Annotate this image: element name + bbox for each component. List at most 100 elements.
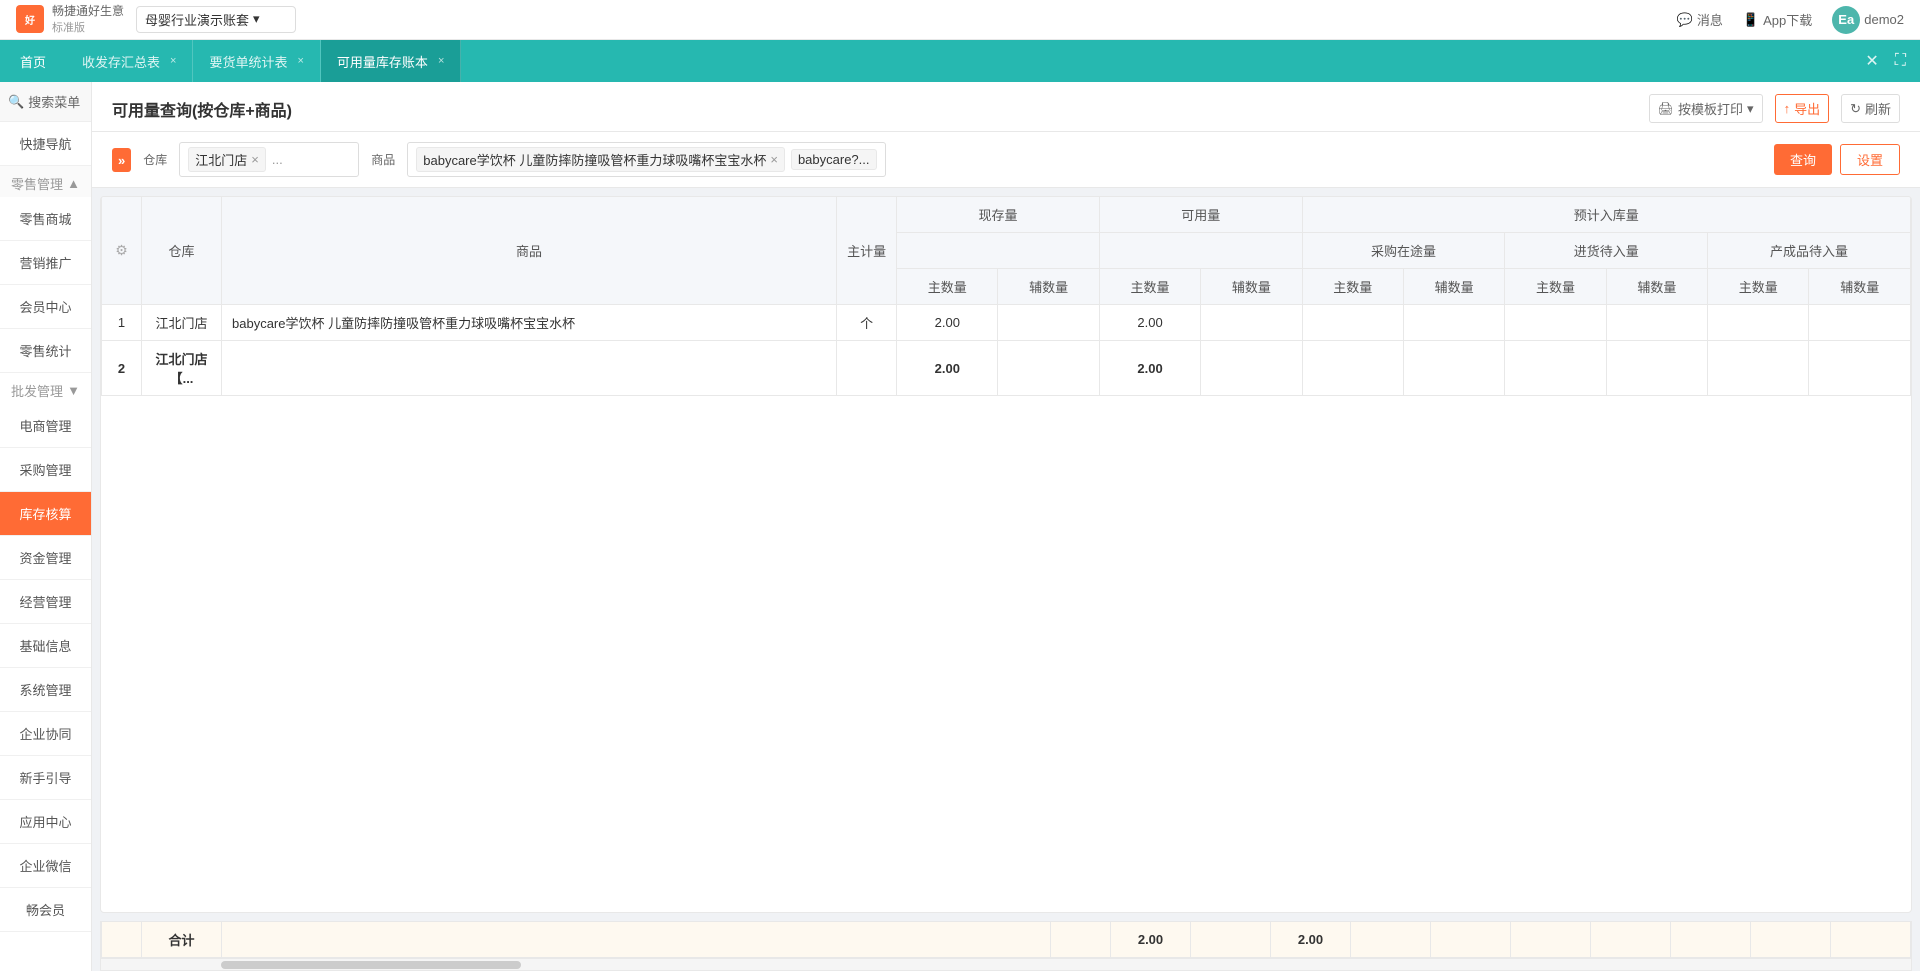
col-stock-sub-qty: 辅数量 [998,269,1099,305]
tab-close-icon[interactable]: × [438,55,444,67]
header-right: 💬 消息 📱 App下载 Ea demo2 [1677,6,1904,34]
footer-stock-main: 2.00 [1111,922,1191,958]
cell-seq: 2 [102,341,142,396]
cell-stock-main: 2.00 [897,341,998,396]
sidebar-label: 畅会员 [26,900,65,919]
warehouse-input[interactable]: 江北门店 × ... [179,142,359,177]
cell-unit [837,341,897,396]
sidebar-label: 经营管理 [19,592,71,611]
template-print-btn[interactable]: 🖨 按模板打印 ▾ [1649,94,1763,123]
sidebar-item-finance[interactable]: 资金管理 [0,536,91,580]
refresh-btn[interactable]: ↻ 刷新 [1841,94,1900,123]
sidebar-item-basics[interactable]: 基础信息 [0,624,91,668]
table-row: 1 江北门店 babycare学饮杯 儿童防摔防撞吸管杯重力球吸嘴杯宝宝水杯 个… [102,305,1911,341]
col-pt-main: 主数量 [1302,269,1403,305]
col-fin-main: 主数量 [1708,269,1809,305]
tab-receive-summary[interactable]: 收发存汇总表 × [66,40,193,82]
cell-pt-sub [1403,305,1504,341]
cell-fin-sub [1809,305,1911,341]
sidebar-label: 零售管理 [11,174,63,193]
content-area: 可用量查询(按仓库+商品) 🖨 按模板打印 ▾ ↑ 导出 ↻ 刷新 [92,82,1920,971]
sidebar-item-newbie[interactable]: 新手引导 [0,756,91,800]
sidebar-item-marketing[interactable]: 营销推广 [0,241,91,285]
cell-pt-sub [1403,341,1504,396]
col-pt-sub: 辅数量 [1403,269,1504,305]
sidebar-item-enterprise[interactable]: 企业协同 [0,712,91,756]
horizontal-scrollbar[interactable] [100,959,1912,971]
warehouse-more-icon[interactable]: ... [272,152,283,167]
sidebar-item-app-center[interactable]: 应用中心 [0,800,91,844]
table-container: ⚙ 仓库 商品 主计量 现存量 可用量 预计入库量 采购在途量 进货待入量 [100,196,1912,913]
product-input[interactable]: babycare学饮杯 儿童防摔防撞吸管杯重力球吸嘴杯宝宝水杯 × babyca… [407,142,885,177]
message-action[interactable]: 💬 消息 [1677,10,1723,29]
col-forecast-header: 预计入库量 [1302,197,1910,233]
tab-order-stats[interactable]: 要货单统计表 × [193,40,320,82]
cell-warehouse: 江北门店 [142,305,222,341]
query-btn[interactable]: 查询 [1774,144,1832,175]
scrollbar-thumb[interactable] [221,961,521,969]
tab-label: 可用量库存账本 [337,52,428,71]
nav-tabs: 首页 收发存汇总表 × 要货单统计表 × 可用量库存账本 × ✕ ⛶ [0,40,1920,82]
sidebar-item-wechat-biz[interactable]: 企业微信 [0,844,91,888]
col-gear[interactable]: ⚙ [102,197,142,305]
refresh-icon: ↻ [1850,101,1861,117]
sidebar-item-operations[interactable]: 经营管理 [0,580,91,624]
sidebar-item-inventory[interactable]: 库存核算 [0,492,91,536]
product-label: 商品 [371,151,395,168]
warehouse-tag-remove[interactable]: × [251,152,259,167]
col-finished-header: 产成品待入量 [1708,233,1911,269]
table-footer: 合计 2.00 2.00 [100,921,1912,959]
footer-empty3 [1051,922,1111,958]
tab-close-icon[interactable]: × [170,55,176,67]
industry-selector[interactable]: 母婴行业演示账套 ▾ [136,6,296,33]
logo-app-name: 畅捷通好生意 [52,4,124,18]
industry-name: 母婴行业演示账套 [145,10,249,29]
sidebar-item-quick-nav[interactable]: 快捷导航 [0,122,91,166]
product-tag1-remove[interactable]: × [770,152,778,167]
product-tag1: babycare学饮杯 儿童防摔防撞吸管杯重力球吸嘴杯宝宝水杯 × [416,147,785,172]
sidebar-item-zero-sales[interactable]: 零售管理 ▲ [0,166,91,197]
tab-label: 收发存汇总表 [82,52,160,71]
table-row: 2 江北门店【... 2.00 2.00 [102,341,1911,396]
col-stock-sub [897,233,1100,269]
cell-fin-main [1708,341,1809,396]
sidebar-label: 批发管理 [11,381,63,400]
sidebar-item-member[interactable]: 会员中心 [0,285,91,329]
cell-inc-main [1505,305,1606,341]
sidebar-item-zero-mall[interactable]: 零售商城 [0,197,91,241]
sidebar-search[interactable]: 🔍 搜索菜单 [0,82,91,122]
sidebar-item-system[interactable]: 系统管理 [0,668,91,712]
user-profile[interactable]: Ea demo2 [1832,6,1904,34]
sidebar-label: 零售统计 [19,341,71,360]
sidebar-item-ecommerce[interactable]: 电商管理 [0,404,91,448]
sidebar-item-vip[interactable]: 畅会员 [0,888,91,932]
cell-available-sub [1201,341,1302,396]
message-icon: 💬 [1677,12,1693,28]
sidebar-item-batch-mgmt[interactable]: 批发管理 ▼ [0,373,91,404]
logo-icon: 好 [16,5,44,33]
export-btn[interactable]: ↑ 导出 [1775,94,1830,123]
sidebar-label: 电商管理 [19,416,71,435]
tab-home[interactable]: 首页 [0,40,66,82]
col-available-main: 主数量 [1099,269,1200,305]
sidebar-item-zero-stats[interactable]: 零售统计 [0,329,91,373]
cell-stock-sub [998,341,1099,396]
logo-text-block: 畅捷通好生意 标准版 [52,4,124,34]
sidebar-label: 营销推广 [19,253,71,272]
tab-close-icon[interactable]: × [297,55,303,67]
app-download-action[interactable]: 📱 App下载 [1743,10,1812,29]
sidebar-item-purchase[interactable]: 采购管理 [0,448,91,492]
filter-expand-btn[interactable]: » [112,148,131,172]
cell-pt-main [1302,305,1403,341]
settings-btn[interactable]: 设置 [1840,144,1900,175]
avatar: Ea [1832,6,1860,34]
footer-pt-sub [1511,922,1591,958]
footer-available-sub [1351,922,1431,958]
footer-table: 合计 2.00 2.00 [101,921,1911,958]
window-expand-icon[interactable]: ⛶ [1889,48,1912,74]
cell-product [222,341,837,396]
window-close-icon[interactable]: ✕ [1859,47,1884,75]
tab-available-stock[interactable]: 可用量库存账本 × [321,40,461,82]
footer-pt-main [1431,922,1511,958]
sidebar-label: 应用中心 [19,812,71,831]
